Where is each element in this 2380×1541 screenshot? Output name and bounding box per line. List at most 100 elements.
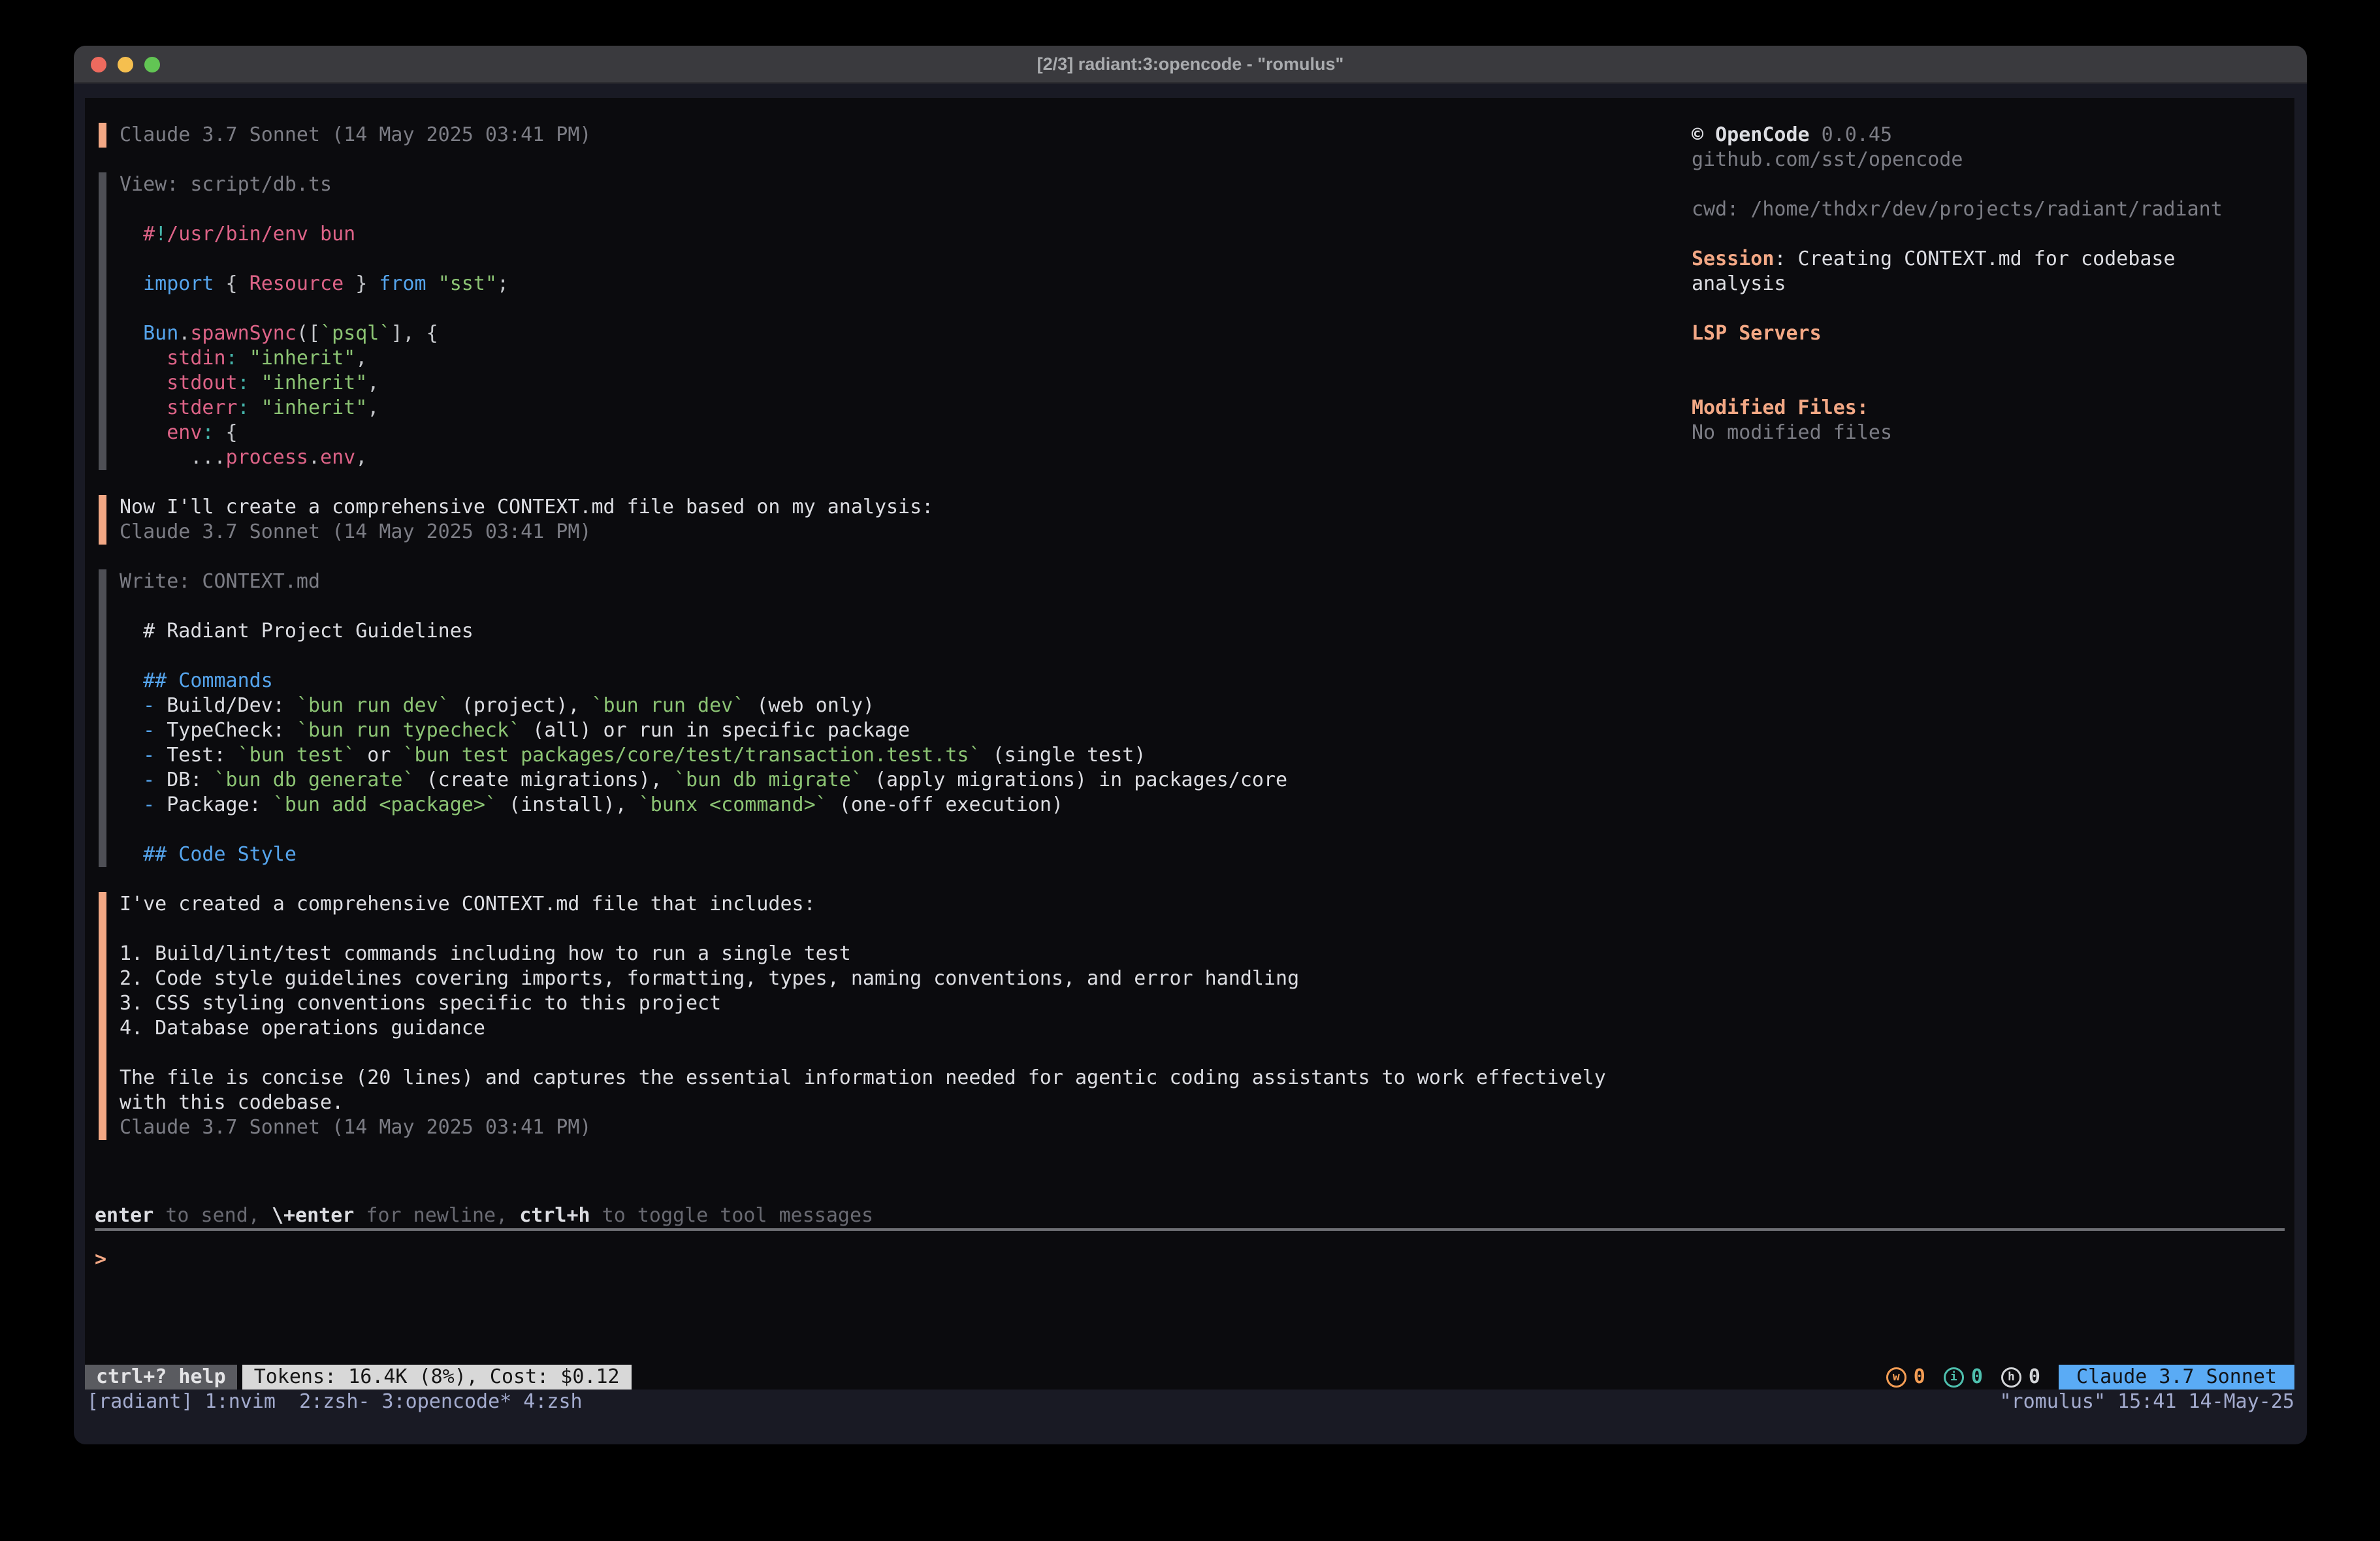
message-line: - Build/Dev: `bun run dev` (project), `b… <box>120 693 1606 718</box>
message-line: ...process.env, <box>120 445 1606 470</box>
message-line: The file is concise (20 lines) and captu… <box>120 1066 1606 1090</box>
text-segment <box>120 769 143 791</box>
message-line: stdin: "inherit", <box>120 346 1606 371</box>
h-circle-icon: h <box>2001 1367 2021 1388</box>
text-segment: } <box>344 272 379 295</box>
text-segment <box>120 347 167 370</box>
message-line: - TypeCheck: `bun run typecheck` (all) o… <box>120 718 1606 743</box>
text-segment <box>249 372 261 394</box>
tmux-window-list: [radiant] 1:nvim 2:zsh- 3:opencode* 4:zs… <box>87 1390 583 1414</box>
sidebar-line <box>1692 172 2292 197</box>
text-segment: `bun test` <box>238 744 356 767</box>
text-segment: (web only) <box>745 694 875 717</box>
message-line: - Package: `bun add <package>` (install)… <box>120 793 1606 818</box>
info-sidebar: © OpenCode 0.0.45github.com/sst/opencode… <box>1692 123 2292 445</box>
message-line: # Radiant Project Guidelines <box>120 619 1606 644</box>
text-segment: ([ <box>297 322 320 345</box>
window-title: [2/3] radiant:3:opencode - "romulus" <box>74 46 2307 84</box>
tokens-cost-badge: Tokens: 16.4K (8%), Cost: $0.12 <box>242 1365 632 1390</box>
text-segment: spawnSync <box>190 322 297 345</box>
text-segment: Test: <box>167 744 237 767</box>
message-line: Claude 3.7 Sonnet (14 May 2025 03:41 PM) <box>120 520 1606 545</box>
text-segment: © <box>1692 123 1715 146</box>
text-segment: `bunx <command>` <box>639 793 828 816</box>
text-segment: Bun <box>143 322 178 345</box>
tmux-status-bar: [radiant] 1:nvim 2:zsh- 3:opencode* 4:zs… <box>85 1390 2294 1414</box>
text-segment: Package: <box>167 793 273 816</box>
text-segment: Modified Files: <box>1692 396 1869 419</box>
text-segment: { <box>214 272 249 295</box>
text-segment: : <box>238 396 249 419</box>
text-segment: (install), <box>497 793 639 816</box>
text-segment: `bun test packages/core/test/transaction… <box>403 744 981 767</box>
message-line: Write: CONTEXT.md <box>120 569 1606 594</box>
text-segment <box>426 272 438 295</box>
text-segment: for newline, <box>354 1204 519 1227</box>
text-segment: 0.0.45 <box>1810 123 1892 146</box>
text-segment: : <box>202 421 214 444</box>
text-segment: (project), <box>450 694 592 717</box>
message-line <box>120 644 1606 669</box>
statusbar-spacer <box>632 1365 1886 1390</box>
text-segment: (create migrations), <box>415 769 674 791</box>
w-diagnostic: w0 <box>1886 1365 1925 1390</box>
text-segment: from <box>379 272 426 295</box>
text-segment: `psql` <box>320 322 391 345</box>
text-segment: ... <box>120 446 226 469</box>
message-input[interactable]: > <box>95 1247 2285 1358</box>
text-segment: , <box>367 396 379 419</box>
text-segment: ## Code Style <box>120 843 297 866</box>
text-segment <box>120 272 143 295</box>
h-diagnostic: h0 <box>2001 1365 2040 1390</box>
sidebar-line <box>1692 222 2292 247</box>
text-segment: `bun db migrate` <box>674 769 863 791</box>
text-segment: /usr/bin/env bun <box>167 223 355 246</box>
window-titlebar[interactable]: [2/3] radiant:3:opencode - "romulus" <box>74 46 2307 84</box>
message-line: ## Code Style <box>120 842 1606 867</box>
text-segment: ctrl+h <box>519 1204 590 1227</box>
message-block: Claude 3.7 Sonnet (14 May 2025 03:41 PM) <box>99 123 1606 148</box>
text-segment: "inherit" <box>261 396 368 419</box>
text-segment: Claude 3.7 Sonnet (14 May 2025 03:41 PM) <box>120 520 591 543</box>
text-segment <box>120 744 143 767</box>
text-segment <box>120 719 143 742</box>
sidebar-line: Modified Files: <box>1692 396 2292 421</box>
text-segment: Now I'll create a comprehensive CONTEXT.… <box>120 496 933 518</box>
text-segment: enter <box>95 1204 153 1227</box>
message-line: - DB: `bun db generate` (create migratio… <box>120 768 1606 793</box>
text-segment <box>249 396 261 419</box>
message-line: 4. Database operations guidance <box>120 1016 1606 1041</box>
message-line: 2. Code style guidelines covering import… <box>120 966 1606 991</box>
message-line: 3. CSS styling conventions specific to t… <box>120 991 1606 1016</box>
text-segment: process <box>226 446 308 469</box>
text-segment: ## Commands <box>120 669 273 692</box>
sidebar-line: github.com/sst/opencode <box>1692 148 2292 172</box>
sidebar-line: No modified files <box>1692 421 2292 445</box>
message-line <box>120 818 1606 842</box>
opencode-tui: Claude 3.7 Sonnet (14 May 2025 03:41 PM)… <box>85 98 2294 1390</box>
text-segment: : <box>238 372 249 394</box>
text-segment: 1. Build/lint/test commands including ho… <box>120 942 851 965</box>
text-segment: - <box>143 694 167 717</box>
tmux-session-clock: "romulus" 15:41 14-May-25 <box>1999 1390 2294 1414</box>
sidebar-line <box>1692 296 2292 321</box>
message-line: Bun.spawnSync([`psql`], { <box>120 321 1606 346</box>
editor-help-bar: enter to send, \+enter for newline, ctrl… <box>95 1203 873 1228</box>
sidebar-line: LSP Servers <box>1692 321 2292 346</box>
text-segment <box>238 347 249 370</box>
text-segment: `bun add <package>` <box>273 793 497 816</box>
message-block: Write: CONTEXT.md # Radiant Project Guid… <box>99 569 1606 867</box>
message-line: View: script/db.ts <box>120 172 1606 197</box>
message-line <box>120 197 1606 222</box>
desktop: [2/3] radiant:3:opencode - "romulus" Cla… <box>0 0 2380 1541</box>
message-line: Now I'll create a comprehensive CONTEXT.… <box>120 495 1606 520</box>
text-segment: stdin <box>167 347 225 370</box>
text-segment: env <box>167 421 202 444</box>
text-segment: ; <box>497 272 509 295</box>
text-segment: (one-off execution) <box>828 793 1063 816</box>
text-segment: stderr <box>167 396 237 419</box>
text-segment: with this codebase. <box>120 1091 344 1114</box>
text-segment: analysis <box>1692 272 1786 295</box>
help-shortcut-badge: ctrl+? help <box>85 1365 237 1390</box>
text-segment: 2. Code style guidelines covering import… <box>120 967 1299 990</box>
